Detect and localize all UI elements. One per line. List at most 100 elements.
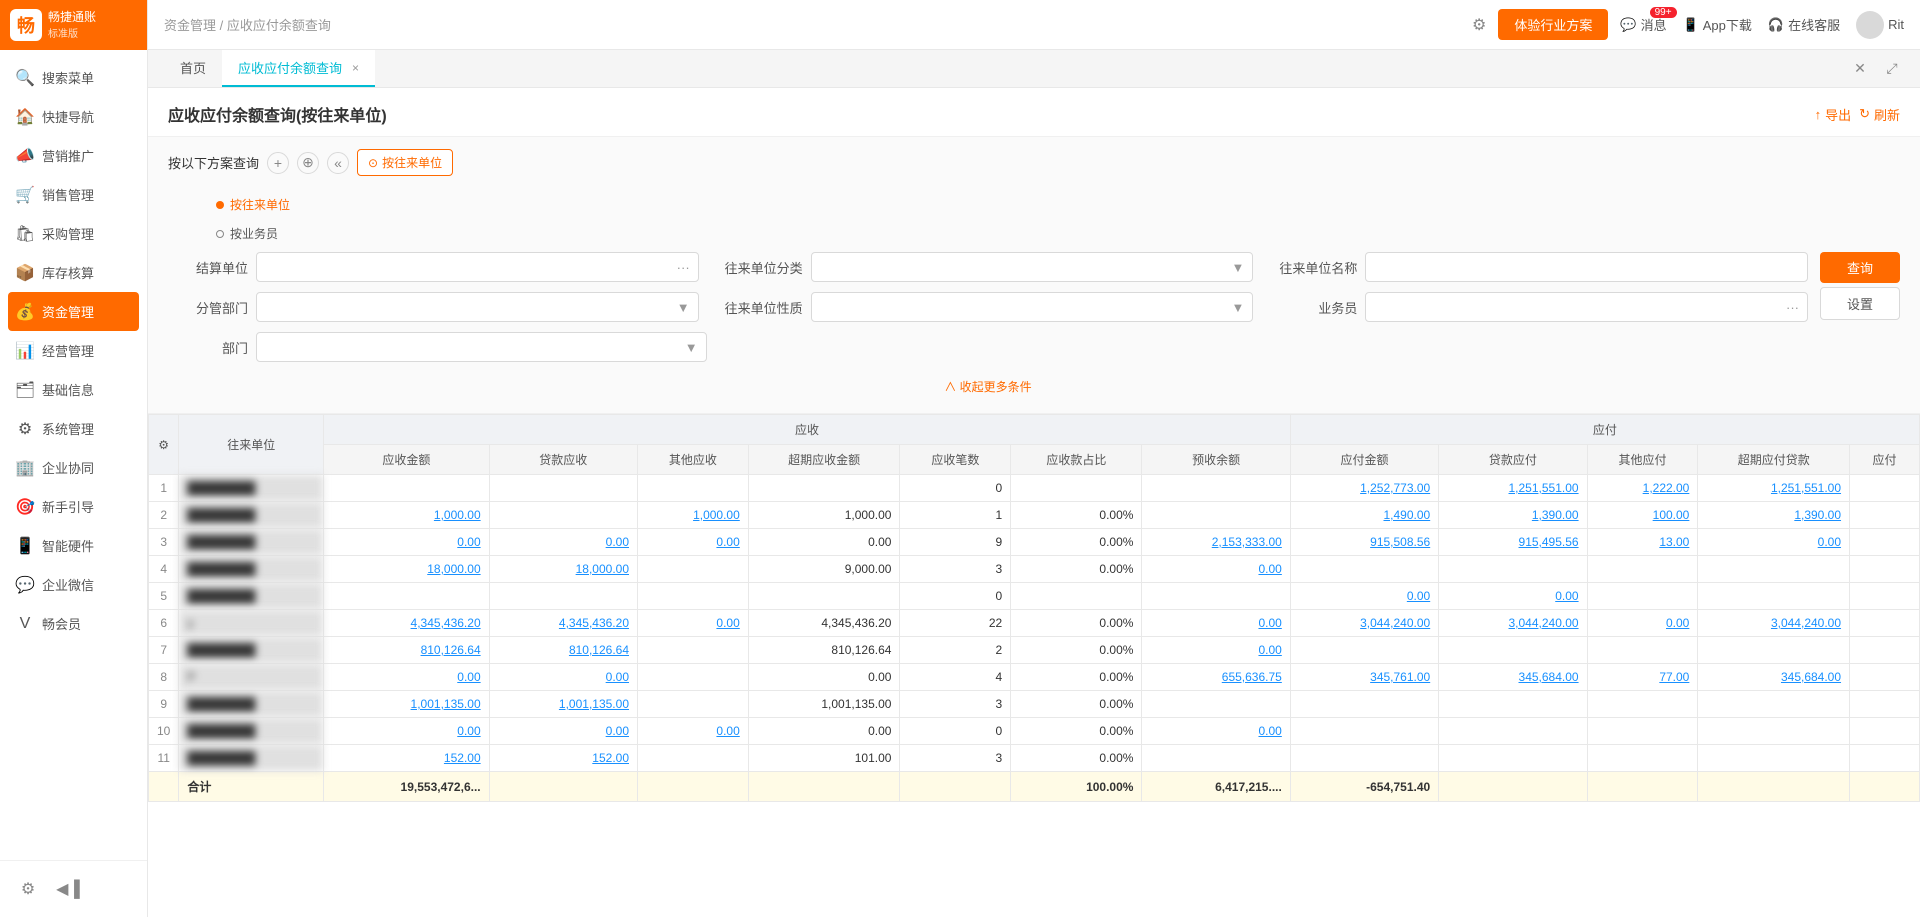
cell-link[interactable]: 0.00: [1258, 724, 1281, 738]
cell-10[interactable]: [1439, 745, 1587, 772]
sidebar-item-operation[interactable]: 📊经营管理: [0, 331, 147, 370]
cell-4[interactable]: 0.00: [638, 529, 749, 556]
input-jiesuan[interactable]: ···: [256, 252, 699, 282]
cell-link[interactable]: 1,000.00: [434, 508, 481, 522]
cell-8[interactable]: 0.00: [1142, 637, 1290, 664]
cell-11[interactable]: 13.00: [1587, 529, 1698, 556]
cell-link[interactable]: 1,251,551.00: [1509, 481, 1579, 495]
cell-11[interactable]: 100.00: [1587, 502, 1698, 529]
cell-8[interactable]: 0.00: [1142, 718, 1290, 745]
cell-link[interactable]: 1,390.00: [1794, 508, 1841, 522]
cell-link[interactable]: 655,636.75: [1222, 670, 1282, 684]
sidebar-item-basic[interactable]: 🗂基础信息: [0, 370, 147, 409]
cell-link[interactable]: 2,153,333.00: [1212, 535, 1282, 549]
cell-9[interactable]: [1290, 556, 1438, 583]
topbar-gear-icon[interactable]: ⚙: [1472, 15, 1486, 35]
cell-11[interactable]: 0.00: [1587, 610, 1698, 637]
cell-3[interactable]: [489, 502, 637, 529]
sidebar-item-member[interactable]: V畅会员: [0, 604, 147, 643]
cell-link[interactable]: 0.00: [606, 670, 629, 684]
cell-9[interactable]: 1,252,773.00: [1290, 475, 1438, 502]
cell-12[interactable]: [1698, 745, 1850, 772]
cell-link[interactable]: 1,251,551.00: [1771, 481, 1841, 495]
cell-link[interactable]: 345,684.00: [1781, 670, 1841, 684]
cell-2[interactable]: 4,345,436.20: [324, 610, 489, 637]
cell-10[interactable]: 1,251,551.00: [1439, 475, 1587, 502]
cell-2[interactable]: 152.00: [324, 745, 489, 772]
topbar-user[interactable]: Rit: [1856, 11, 1904, 39]
query-button[interactable]: 查询: [1820, 252, 1900, 283]
cell-3[interactable]: 18,000.00: [489, 556, 637, 583]
cell-link[interactable]: 1,001,135.00: [559, 697, 629, 711]
sidebar-item-quicknav[interactable]: 🏠快捷导航: [0, 97, 147, 136]
cell-9[interactable]: [1290, 637, 1438, 664]
cell-link[interactable]: 13.00: [1659, 535, 1689, 549]
cell-12[interactable]: [1698, 637, 1850, 664]
cell-9[interactable]: 3,044,240.00: [1290, 610, 1438, 637]
cell-12[interactable]: 1,251,551.00: [1698, 475, 1850, 502]
cell-8[interactable]: [1142, 583, 1290, 610]
cell-link[interactable]: 0.00: [716, 535, 739, 549]
cell-2[interactable]: [324, 583, 489, 610]
cell-link[interactable]: 3,044,240.00: [1360, 616, 1430, 630]
tabbar-expand-btn[interactable]: ⤢: [1880, 57, 1904, 81]
cell-4[interactable]: 1,000.00: [638, 502, 749, 529]
cell-link[interactable]: 4,345,436.20: [559, 616, 629, 630]
sidebar-item-sales[interactable]: 🛒销售管理: [0, 175, 147, 214]
sidebar-item-search[interactable]: 🔍搜索菜单: [0, 58, 147, 97]
filter-settings-icon[interactable]: ⊕: [297, 152, 319, 174]
cell-3[interactable]: 0.00: [489, 529, 637, 556]
cell-link[interactable]: 1,490.00: [1383, 508, 1430, 522]
cell-link[interactable]: 3,044,240.00: [1771, 616, 1841, 630]
cell-10[interactable]: [1439, 637, 1587, 664]
cell-8[interactable]: [1142, 502, 1290, 529]
cell-link[interactable]: 0.00: [606, 535, 629, 549]
cell-4[interactable]: [638, 745, 749, 772]
cell-4[interactable]: 0.00: [638, 718, 749, 745]
cell-link[interactable]: 0.00: [716, 724, 739, 738]
cell-9[interactable]: [1290, 718, 1438, 745]
cell-10[interactable]: [1439, 556, 1587, 583]
cell-2[interactable]: 810,126.64: [324, 637, 489, 664]
cell-link[interactable]: 345,761.00: [1370, 670, 1430, 684]
cell-link[interactable]: 152.00: [592, 751, 629, 765]
export-button[interactable]: ↑ 导出: [1815, 105, 1852, 124]
cell-2[interactable]: 0.00: [324, 664, 489, 691]
cell-4[interactable]: [638, 556, 749, 583]
cell-link[interactable]: 1,001,135.00: [411, 697, 481, 711]
cell-8[interactable]: [1142, 475, 1290, 502]
input-wanglai-xingzhi[interactable]: ▼: [811, 292, 1254, 322]
cell-3[interactable]: 4,345,436.20: [489, 610, 637, 637]
cell-12[interactable]: [1698, 691, 1850, 718]
cell-link[interactable]: 1,252,773.00: [1360, 481, 1430, 495]
tab-active[interactable]: 应收应付余额查询 ×: [222, 50, 375, 87]
sidebar-item-marketing[interactable]: 📣营销推广: [0, 136, 147, 175]
cell-11[interactable]: [1587, 745, 1698, 772]
cell-9[interactable]: [1290, 691, 1438, 718]
cell-link[interactable]: 1,222.00: [1643, 481, 1690, 495]
cell-link[interactable]: 3,044,240.00: [1509, 616, 1579, 630]
cell-10[interactable]: 1,390.00: [1439, 502, 1587, 529]
cell-link[interactable]: 0.00: [716, 616, 739, 630]
cell-10[interactable]: 345,684.00: [1439, 664, 1587, 691]
cell-link[interactable]: 100.00: [1653, 508, 1690, 522]
input-yewuyuan[interactable]: ···: [1365, 292, 1808, 322]
cell-11[interactable]: [1587, 637, 1698, 664]
cell-link[interactable]: 0.00: [1258, 562, 1281, 576]
sidebar-item-enterprise[interactable]: 🏢企业协同: [0, 448, 147, 487]
cell-8[interactable]: [1142, 745, 1290, 772]
cell-3[interactable]: 810,126.64: [489, 637, 637, 664]
scheme-option-yewuyuan[interactable]: 按业务员: [208, 221, 1880, 246]
cell-12[interactable]: [1698, 556, 1850, 583]
collapse-button[interactable]: ∧ 收起更多条件: [168, 372, 1808, 401]
cell-3[interactable]: [489, 583, 637, 610]
cell-4[interactable]: 0.00: [638, 610, 749, 637]
input-wanglai-fenlei[interactable]: ▼: [811, 252, 1254, 282]
scheme-option-wanglai[interactable]: 按往来单位: [208, 192, 1880, 217]
cell-12[interactable]: [1698, 583, 1850, 610]
cell-link[interactable]: 0.00: [1818, 535, 1841, 549]
cell-link[interactable]: 345,684.00: [1519, 670, 1579, 684]
cell-4[interactable]: [638, 664, 749, 691]
cell-4[interactable]: [638, 691, 749, 718]
cell-link[interactable]: 0.00: [1407, 589, 1430, 603]
